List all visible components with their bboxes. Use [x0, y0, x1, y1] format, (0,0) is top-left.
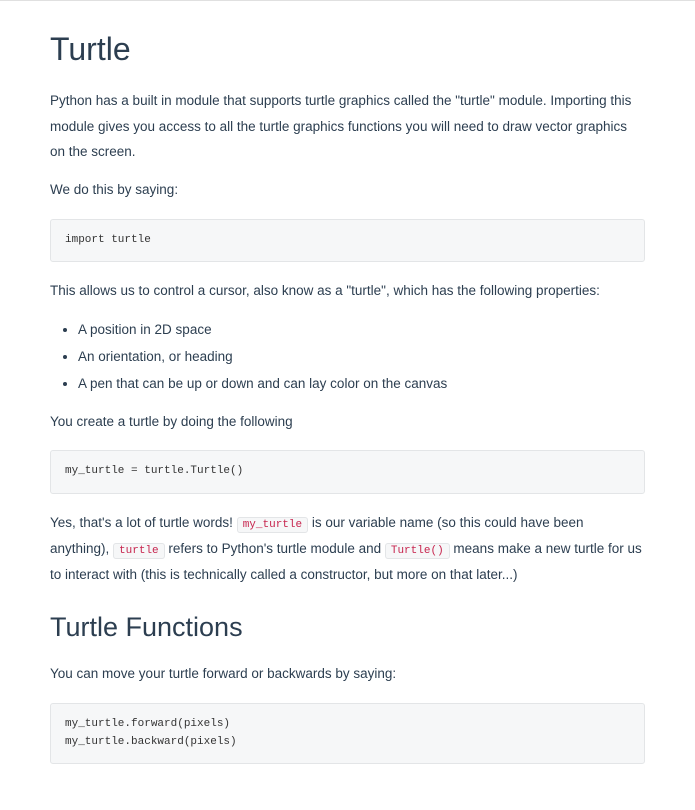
inline-code-turtle-ctor: Turtle()	[385, 543, 450, 559]
list-item: A pen that can be up or down and can lay…	[78, 370, 645, 397]
codeblock-import: import turtle	[50, 219, 645, 263]
lead-in-import: We do this by saying:	[50, 177, 645, 203]
list-item: A position in 2D space	[78, 316, 645, 343]
text-span: refers to Python's turtle module and	[165, 541, 385, 556]
properties-list: A position in 2D space An orientation, o…	[50, 316, 645, 397]
inline-code-turtle: turtle	[113, 543, 165, 559]
create-turtle-intro: You create a turtle by doing the followi…	[50, 409, 645, 435]
inline-code-myturtle: my_turtle	[237, 517, 308, 533]
codeblock-create: my_turtle = turtle.Turtle()	[50, 450, 645, 494]
intro-paragraph: Python has a built in module that suppor…	[50, 88, 645, 165]
document-container: Turtle Python has a built in module that…	[0, 1, 695, 810]
text-span: Yes, that's a lot of turtle words!	[50, 515, 237, 530]
heading-turtle: Turtle	[50, 31, 645, 68]
properties-intro: This allows us to control a cursor, also…	[50, 278, 645, 304]
codeblock-move: my_turtle.forward(pixels) my_turtle.back…	[50, 703, 645, 764]
move-intro: You can move your turtle forward or back…	[50, 661, 645, 687]
list-item: An orientation, or heading	[78, 343, 645, 370]
heading-turtle-functions: Turtle Functions	[50, 612, 645, 643]
explanation-paragraph: Yes, that's a lot of turtle words! my_tu…	[50, 510, 645, 587]
